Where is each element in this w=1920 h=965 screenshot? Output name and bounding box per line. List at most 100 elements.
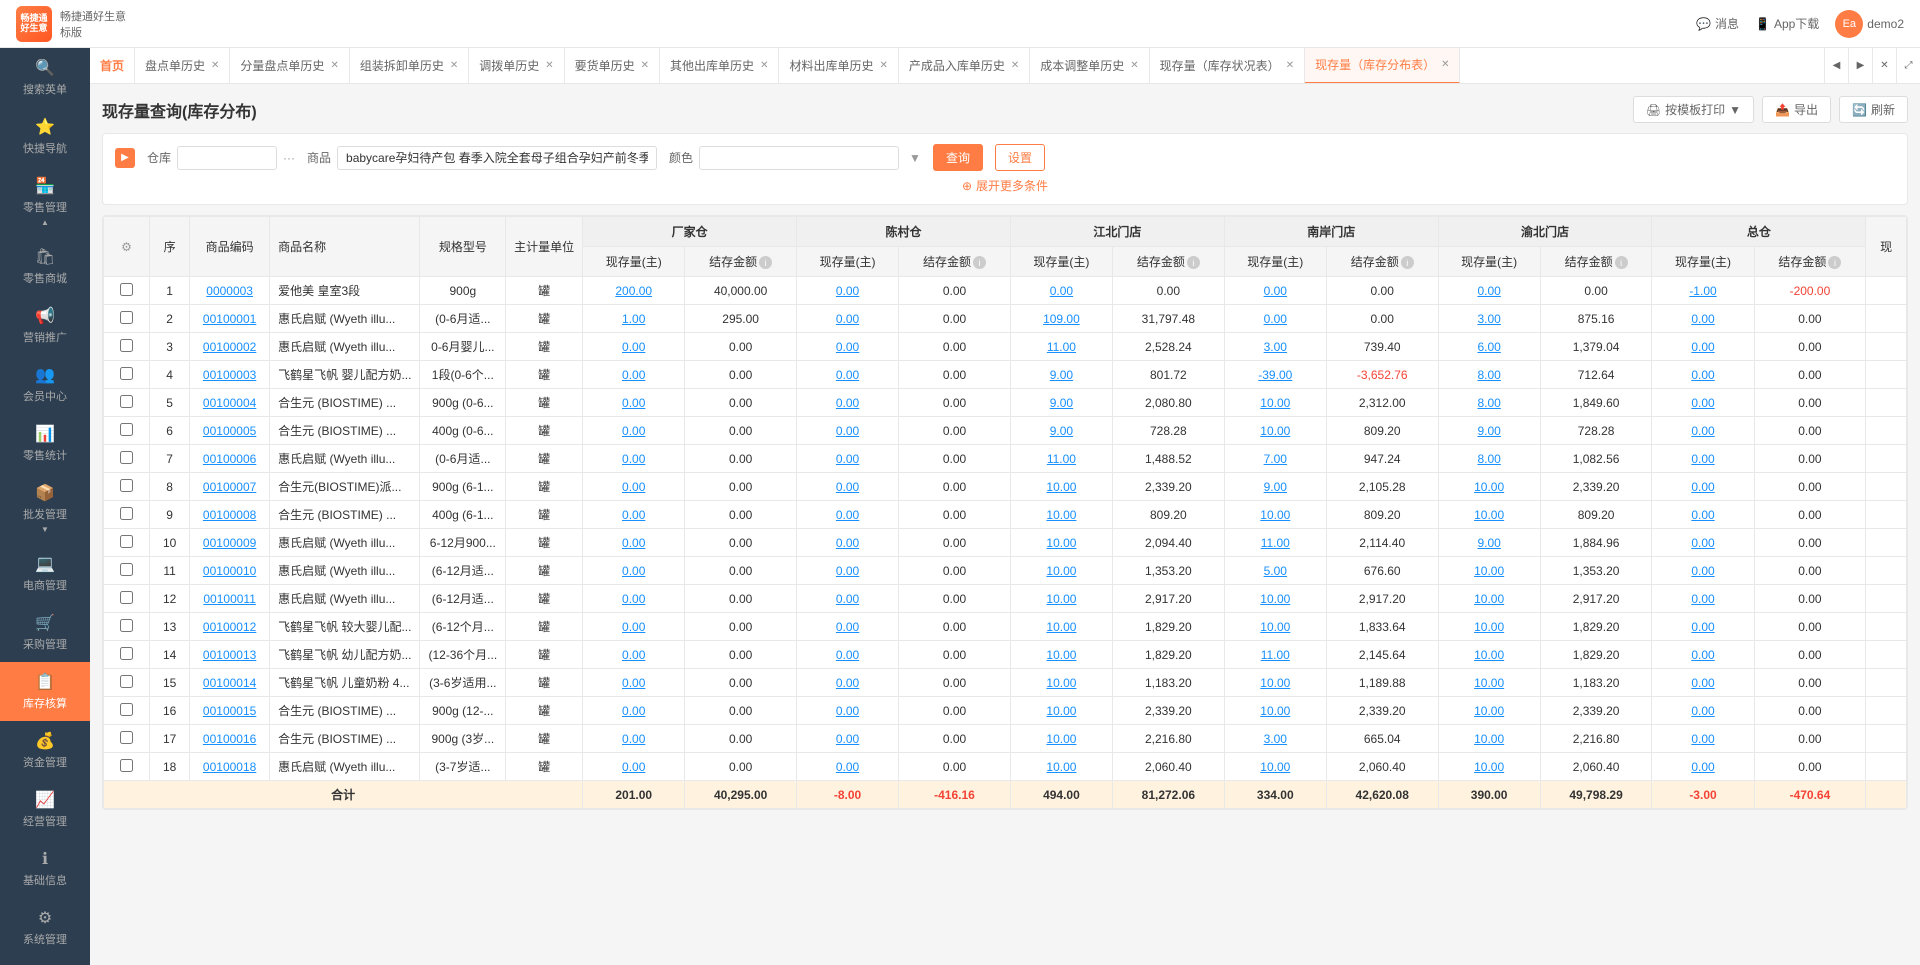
row-chenmen-stock[interactable]: 0.00	[797, 473, 899, 501]
row-total-stock[interactable]: 0.00	[1652, 361, 1754, 389]
yuzbei-balance-info-icon[interactable]: i	[1615, 256, 1628, 269]
row-checkbox[interactable]	[104, 697, 150, 725]
row-yuzbei-stock[interactable]: 10.00	[1438, 613, 1540, 641]
row-checkbox[interactable]	[104, 389, 150, 417]
row-total-stock[interactable]: 0.00	[1652, 585, 1754, 613]
tab-otherout[interactable]: 其他出库单历史 ✕	[660, 48, 779, 84]
row-chenmen-stock[interactable]: 0.00	[797, 333, 899, 361]
row-yuzbei-stock[interactable]: 10.00	[1438, 501, 1540, 529]
row-factory-stock[interactable]: 0.00	[583, 333, 685, 361]
sidebar-item-retail[interactable]: 🏪 零售管理 ▲	[0, 166, 90, 237]
row-code[interactable]: 00100018	[190, 753, 270, 781]
row-chenmen-stock[interactable]: 0.00	[797, 697, 899, 725]
row-code[interactable]: 00100009	[190, 529, 270, 557]
row-factory-stock[interactable]: 0.00	[583, 613, 685, 641]
user-menu[interactable]: Ea demo2	[1835, 10, 1904, 38]
sidebar-item-mall[interactable]: 🛍 零售商城	[0, 237, 90, 296]
row-code[interactable]: 00100012	[190, 613, 270, 641]
tab-inventory2[interactable]: 现存量（库存分布表） ✕	[1305, 48, 1460, 84]
row-code[interactable]: 00100006	[190, 445, 270, 473]
row-checkbox[interactable]	[104, 669, 150, 697]
row-code[interactable]: 00100002	[190, 333, 270, 361]
row-jiangbei-stock[interactable]: 10.00	[1010, 529, 1112, 557]
row-nanan-stock[interactable]: 11.00	[1224, 529, 1326, 557]
row-nanan-stock[interactable]: 10.00	[1224, 389, 1326, 417]
sidebar-item-finance[interactable]: 💰 资金管理	[0, 721, 90, 780]
sidebar-item-purchase[interactable]: 🛒 采购管理	[0, 603, 90, 662]
row-nanan-stock[interactable]: 11.00	[1224, 641, 1326, 669]
row-nanan-stock[interactable]: 10.00	[1224, 669, 1326, 697]
tab-splitstocktake-close[interactable]: ✕	[330, 60, 338, 71]
tab-prev-btn[interactable]: ◀	[1824, 48, 1848, 84]
print-btn[interactable]: 🖨 按模板打印 ▼	[1633, 96, 1754, 123]
row-factory-stock[interactable]: 0.00	[583, 529, 685, 557]
row-factory-stock[interactable]: 0.00	[583, 445, 685, 473]
row-code[interactable]: 00100016	[190, 725, 270, 753]
row-yuzbei-stock[interactable]: 10.00	[1438, 697, 1540, 725]
row-checkbox[interactable]	[104, 585, 150, 613]
row-factory-stock[interactable]: 0.00	[583, 473, 685, 501]
row-code[interactable]: 00100004	[190, 389, 270, 417]
row-code[interactable]: 00100005	[190, 417, 270, 445]
tab-productin[interactable]: 产成品入库单历史 ✕	[899, 48, 1030, 84]
row-code[interactable]: 0000003	[190, 277, 270, 305]
row-nanan-stock[interactable]: 5.00	[1224, 557, 1326, 585]
app-download-btn[interactable]: 📱 App下载	[1755, 15, 1819, 32]
row-total-stock[interactable]: 0.00	[1652, 389, 1754, 417]
row-chenmen-stock[interactable]: 0.00	[797, 753, 899, 781]
tab-inventory2-close[interactable]: ✕	[1441, 59, 1449, 70]
row-nanan-stock[interactable]: 0.00	[1224, 305, 1326, 333]
row-code[interactable]: 00100011	[190, 585, 270, 613]
row-jiangbei-stock[interactable]: 10.00	[1010, 501, 1112, 529]
sidebar-item-member[interactable]: 👥 会员中心	[0, 355, 90, 414]
tab-productin-close[interactable]: ✕	[1011, 60, 1019, 71]
row-chenmen-stock[interactable]: 0.00	[797, 417, 899, 445]
filter-toggle-btn[interactable]: ▶	[115, 148, 135, 168]
row-checkbox[interactable]	[104, 361, 150, 389]
row-factory-stock[interactable]: 1.00	[583, 305, 685, 333]
row-chenmen-stock[interactable]: 0.00	[797, 305, 899, 333]
row-yuzbei-stock[interactable]: 10.00	[1438, 473, 1540, 501]
tab-inventory1-close[interactable]: ✕	[1286, 60, 1294, 71]
row-code[interactable]: 00100010	[190, 557, 270, 585]
row-total-stock[interactable]: 0.00	[1652, 529, 1754, 557]
row-chenmen-stock[interactable]: 0.00	[797, 361, 899, 389]
settings-btn[interactable]: 设置	[995, 144, 1045, 171]
tab-splitstocktake[interactable]: 分量盘点单历史 ✕	[230, 48, 349, 84]
row-code[interactable]: 00100013	[190, 641, 270, 669]
row-jiangbei-stock[interactable]: 10.00	[1010, 753, 1112, 781]
expand-filter-btn[interactable]: ⊕ 展开更多条件	[115, 177, 1895, 194]
nanan-balance-info-icon[interactable]: i	[1401, 256, 1414, 269]
row-yuzbei-stock[interactable]: 3.00	[1438, 305, 1540, 333]
row-total-stock[interactable]: 0.00	[1652, 613, 1754, 641]
tab-next-btn[interactable]: ▶	[1848, 48, 1872, 84]
row-factory-stock[interactable]: 0.00	[583, 725, 685, 753]
row-nanan-stock[interactable]: 7.00	[1224, 445, 1326, 473]
row-jiangbei-stock[interactable]: 10.00	[1010, 585, 1112, 613]
row-total-stock[interactable]: 0.00	[1652, 445, 1754, 473]
tab-stocktake[interactable]: 盘点单历史 ✕	[135, 48, 230, 84]
row-total-stock[interactable]: 0.00	[1652, 697, 1754, 725]
row-nanan-stock[interactable]: 9.00	[1224, 473, 1326, 501]
chenmen-balance-info-icon[interactable]: i	[973, 256, 986, 269]
row-nanan-stock[interactable]: 10.00	[1224, 613, 1326, 641]
sidebar-item-search[interactable]: 🔍 搜索英单	[0, 48, 90, 107]
row-yuzbei-stock[interactable]: 10.00	[1438, 641, 1540, 669]
row-chenmen-stock[interactable]: 0.00	[797, 613, 899, 641]
message-btn[interactable]: 💬 消息	[1696, 15, 1739, 32]
row-total-stock[interactable]: 0.00	[1652, 669, 1754, 697]
row-total-stock[interactable]: 0.00	[1652, 305, 1754, 333]
factory-balance-info-icon[interactable]: i	[759, 256, 772, 269]
export-btn[interactable]: 📤 导出	[1762, 96, 1831, 123]
row-checkbox[interactable]	[104, 277, 150, 305]
row-factory-stock[interactable]: 0.00	[583, 697, 685, 725]
tab-costadjust[interactable]: 成本调整单历史 ✕	[1030, 48, 1149, 84]
tab-transfer-close[interactable]: ✕	[545, 60, 553, 71]
row-jiangbei-stock[interactable]: 109.00	[1010, 305, 1112, 333]
row-yuzbei-stock[interactable]: 8.00	[1438, 445, 1540, 473]
tab-assembly-close[interactable]: ✕	[450, 60, 458, 71]
row-yuzbei-stock[interactable]: 8.00	[1438, 361, 1540, 389]
row-yuzbei-stock[interactable]: 10.00	[1438, 725, 1540, 753]
row-factory-stock[interactable]: 0.00	[583, 669, 685, 697]
row-nanan-stock[interactable]: 0.00	[1224, 277, 1326, 305]
